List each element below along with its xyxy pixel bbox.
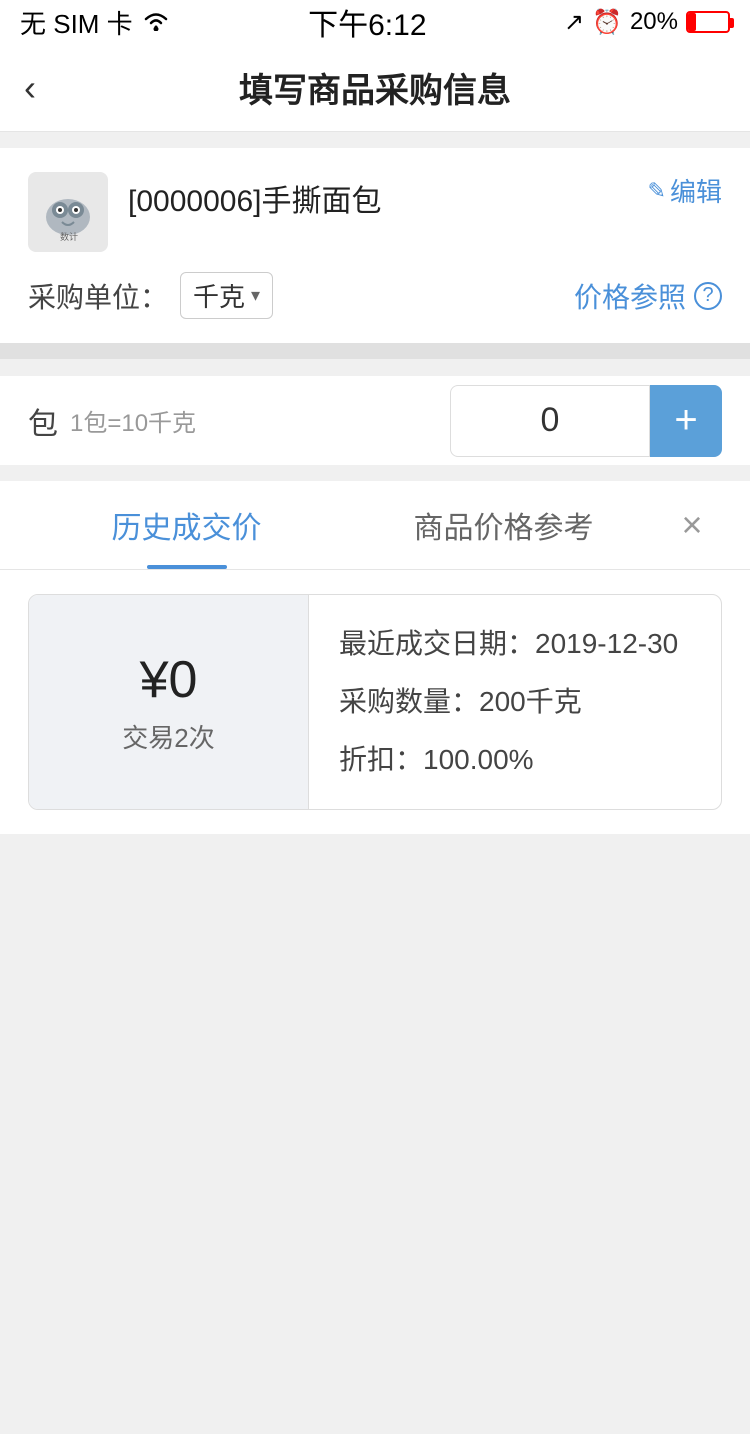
- price-right-panel: 最近成交日期：2019-12-30 采购数量：200千克 折扣：100.00%: [309, 595, 721, 809]
- content-area: ¥0 交易2次 最近成交日期：2019-12-30 采购数量：200千克 折扣：…: [0, 570, 750, 834]
- status-left: 无 SIM 卡: [20, 4, 171, 41]
- help-icon: ?: [694, 282, 722, 310]
- wifi-icon: [141, 7, 171, 38]
- price-discount-row: 折扣：100.00%: [339, 739, 691, 781]
- location-icon: ↗: [564, 8, 584, 37]
- product-thumbnail: 数计: [28, 172, 108, 252]
- price-left-panel: ¥0 交易2次: [29, 595, 309, 809]
- product-logo: 数计: [38, 182, 98, 242]
- product-left: 数计 [0000006]手撕面包: [28, 172, 381, 252]
- page-title: 填写商品采购信息: [239, 63, 511, 112]
- tab-product-price[interactable]: 商品价格参考: [345, 481, 662, 569]
- price-amount: ¥0: [140, 650, 198, 710]
- unit-dropdown[interactable]: 千克 ▾: [180, 272, 273, 319]
- product-name: [0000006]手撕面包: [128, 172, 381, 220]
- svg-text:数计: 数计: [60, 231, 78, 242]
- battery-icon: [686, 11, 730, 33]
- page-header: ‹ 填写商品采购信息: [0, 44, 750, 132]
- section-divider: [0, 343, 750, 359]
- tabs-header: 历史成交价 商品价格参考 ×: [0, 481, 750, 570]
- quantity-plus-button[interactable]: +: [650, 385, 722, 457]
- edit-button[interactable]: ✎ 编辑: [648, 172, 722, 209]
- edit-icon: ✎: [648, 178, 666, 204]
- carrier-text: 无 SIM 卡: [20, 4, 133, 41]
- back-button[interactable]: ‹: [24, 67, 36, 109]
- tab-active-indicator: [147, 565, 227, 569]
- unit-value: 千克: [193, 277, 245, 314]
- tab-close-button[interactable]: ×: [662, 495, 722, 555]
- tab-history-price[interactable]: 历史成交价: [28, 481, 345, 569]
- status-right: ↗ ⏰ 20%: [564, 8, 730, 37]
- price-date-row: 最近成交日期：2019-12-30: [339, 623, 691, 665]
- status-time: 下午6:12: [308, 0, 426, 44]
- tabs-section: 历史成交价 商品价格参考 × ¥0 交易2次 最近成交日期：2019-12-30…: [0, 481, 750, 834]
- battery-percent: 20%: [630, 8, 678, 36]
- close-icon: ×: [681, 504, 702, 546]
- unit-badge: 包: [28, 399, 58, 443]
- price-trades: 交易2次: [122, 718, 214, 755]
- unit-row: 采购单位： 千克 ▾: [28, 272, 273, 319]
- unit-sub: 1包=10千克: [70, 403, 196, 438]
- price-quantity-row: 采购数量：200千克: [339, 681, 691, 723]
- unit-label: 采购单位：: [28, 276, 168, 316]
- price-ref-label: 价格参照: [574, 276, 686, 316]
- quantity-section: 包 1包=10千克 0 +: [0, 375, 750, 465]
- status-bar: 无 SIM 卡 下午6:12 ↗ ⏰ 20%: [0, 0, 750, 44]
- quantity-input[interactable]: 0: [450, 385, 650, 457]
- plus-icon: +: [674, 398, 697, 443]
- product-info: [0000006]手撕面包: [128, 172, 381, 220]
- quantity-controls: 0 +: [450, 385, 722, 457]
- quantity-label: 包 1包=10千克: [28, 399, 196, 443]
- dropdown-arrow-icon: ▾: [251, 285, 260, 306]
- product-section: 数计 [0000006]手撕面包 ✎ 编辑 采购单位： 千克 ▾ 价格参照: [0, 148, 750, 343]
- price-reference-button[interactable]: 价格参照 ?: [574, 276, 722, 316]
- alarm-icon: ⏰: [592, 8, 622, 37]
- page-background: [0, 834, 750, 1434]
- price-card: ¥0 交易2次 最近成交日期：2019-12-30 采购数量：200千克 折扣：…: [28, 594, 722, 810]
